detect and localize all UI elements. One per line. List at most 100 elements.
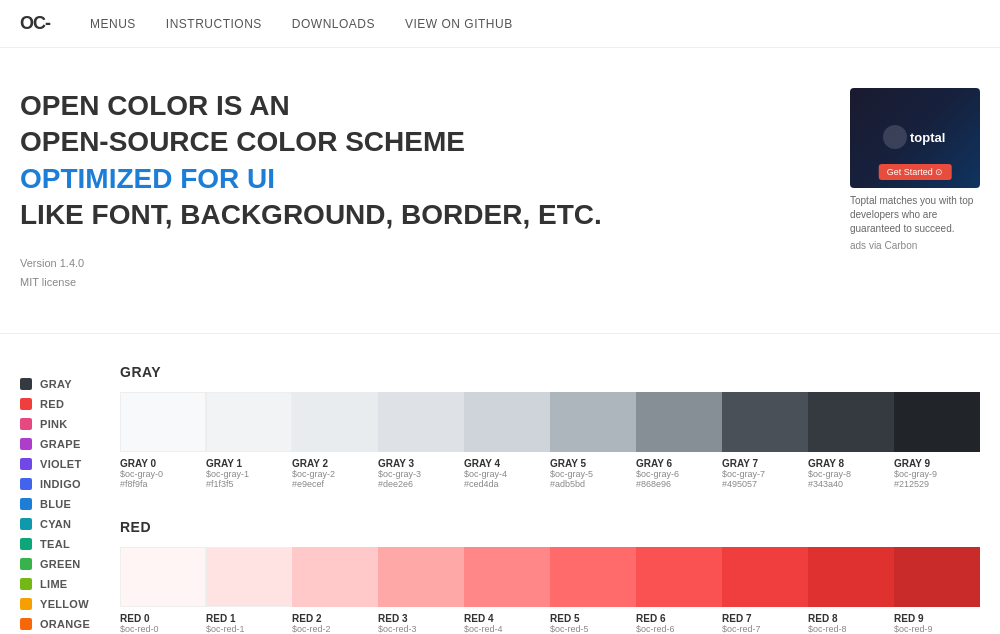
sidebar-item-teal[interactable]: TEAL	[20, 534, 80, 554]
swatch-name: GRAY 5	[550, 458, 636, 469]
swatch-item: GRAY 5$oc-gray-5#adb5bd	[550, 392, 636, 489]
swatch-info: GRAY 6$oc-gray-6#868e96	[636, 452, 722, 489]
swatch-info: GRAY 0$oc-gray-0#f8f9fa	[120, 452, 206, 489]
swatch-box[interactable]	[206, 547, 292, 607]
sidebar-color-dot	[20, 378, 32, 390]
swatch-box[interactable]	[636, 547, 722, 607]
sidebar-item-indigo[interactable]: INDIGO	[20, 474, 80, 494]
swatch-var: $oc-red-8	[808, 624, 894, 634]
swatch-name: GRAY 2	[292, 458, 378, 469]
swatch-box[interactable]	[894, 547, 980, 607]
sidebar-color-dot	[20, 458, 32, 470]
version-info: Version 1.4.0 MIT license	[20, 254, 602, 294]
swatch-info: RED 2$oc-red-2#ffc9c9	[292, 607, 378, 634]
swatch-info: RED 9$oc-red-9#c92a2a	[894, 607, 980, 634]
swatch-box[interactable]	[808, 547, 894, 607]
swatch-box[interactable]	[120, 547, 206, 607]
swatch-name: RED 3	[378, 613, 464, 624]
swatch-box[interactable]	[550, 392, 636, 452]
sidebar-color-dot	[20, 538, 32, 550]
swatch-hex: #343a40	[808, 479, 894, 489]
swatch-var: $oc-red-0	[120, 624, 206, 634]
swatch-var: $oc-red-2	[292, 624, 378, 634]
swatch-item: GRAY 6$oc-gray-6#868e96	[636, 392, 722, 489]
content: GRAYGRAY 0$oc-gray-0#f8f9faGRAY 1$oc-gra…	[100, 354, 1000, 634]
swatch-hex: #adb5bd	[550, 479, 636, 489]
sidebar-item-grape[interactable]: GRAPE	[20, 434, 80, 454]
sidebar-item-orange[interactable]: ORANGE	[20, 614, 80, 634]
swatch-info: GRAY 3$oc-gray-3#dee2e6	[378, 452, 464, 489]
swatch-item: RED 4$oc-red-4#ff8787	[464, 547, 550, 634]
sidebar-item-pink[interactable]: PINK	[20, 414, 80, 434]
nav-menus[interactable]: MENUS	[90, 17, 136, 31]
sidebar-item-lime[interactable]: LIME	[20, 574, 80, 594]
nav-github[interactable]: VIEW ON GITHUB	[405, 17, 513, 31]
swatch-box[interactable]	[206, 392, 292, 452]
sidebar-item-yellow[interactable]: YELLOW	[20, 594, 80, 614]
ad-cta[interactable]: Get Started ⊙	[879, 164, 952, 180]
sidebar-item-label: INDIGO	[40, 478, 81, 490]
swatch-hex: #212529	[894, 479, 980, 489]
swatch-box[interactable]	[636, 392, 722, 452]
swatch-box[interactable]	[378, 547, 464, 607]
swatch-box[interactable]	[808, 392, 894, 452]
section-title-gray: GRAY	[120, 364, 980, 380]
swatch-name: GRAY 8	[808, 458, 894, 469]
swatch-item: RED 2$oc-red-2#ffc9c9	[292, 547, 378, 634]
sidebar-item-label: CYAN	[40, 518, 71, 530]
swatch-var: $oc-red-5	[550, 624, 636, 634]
sidebar-item-red[interactable]: RED	[20, 394, 80, 414]
main: GRAYREDPINKGRAPEVIOLETINDIGOBLUECYANTEAL…	[0, 354, 1000, 634]
ad-image[interactable]: toptal Get Started ⊙	[850, 88, 980, 188]
swatch-info: RED 3$oc-red-3#ffa8a8	[378, 607, 464, 634]
swatch-box[interactable]	[722, 392, 808, 452]
sidebar-item-cyan[interactable]: CYAN	[20, 514, 80, 534]
section-title-red: RED	[120, 519, 980, 535]
swatch-name: GRAY 9	[894, 458, 980, 469]
sidebar-color-dot	[20, 418, 32, 430]
swatch-item: RED 3$oc-red-3#ffa8a8	[378, 547, 464, 634]
swatch-box[interactable]	[464, 547, 550, 607]
sidebar-item-blue[interactable]: BLUE	[20, 494, 80, 514]
version-text: Version 1.4.0	[20, 254, 602, 274]
swatch-box[interactable]	[894, 392, 980, 452]
sidebar-item-label: TEAL	[40, 538, 70, 550]
sidebar: GRAYREDPINKGRAPEVIOLET INDIGO BLUE CYAN TEAL…	[0, 354, 100, 634]
hero-text: OPEN COLOR IS AN OPEN-SOURCE COLOR SCHEM…	[20, 88, 602, 293]
swatch-box[interactable]	[464, 392, 550, 452]
swatch-var: $oc-gray-6	[636, 469, 722, 479]
sidebar-item-label: YELLOW	[40, 598, 89, 610]
sidebar-item-green[interactable]: GREEN	[20, 554, 80, 574]
ad-via: ads via Carbon	[850, 240, 980, 251]
nav-instructions[interactable]: INSTRUCTIONS	[166, 17, 262, 31]
svg-point-0	[883, 125, 907, 149]
swatch-name: RED 8	[808, 613, 894, 624]
swatch-hex: #495057	[722, 479, 808, 489]
swatch-box[interactable]	[120, 392, 206, 452]
swatch-var: $oc-gray-4	[464, 469, 550, 479]
swatch-var: $oc-gray-3	[378, 469, 464, 479]
color-section-red: REDRED 0$oc-red-0#fff5f5RED 1$oc-red-1#f…	[120, 519, 980, 634]
swatch-var: $oc-gray-8	[808, 469, 894, 479]
swatch-name: RED 2	[292, 613, 378, 624]
nav-downloads[interactable]: DOWNLOADS	[292, 17, 375, 31]
swatch-name: GRAY 6	[636, 458, 722, 469]
swatch-box[interactable]	[722, 547, 808, 607]
swatch-hex: #dee2e6	[378, 479, 464, 489]
swatch-box[interactable]	[292, 392, 378, 452]
sidebar-item-gray[interactable]: GRAY	[20, 374, 80, 394]
swatch-item: GRAY 0$oc-gray-0#f8f9fa	[120, 392, 206, 489]
swatch-var: $oc-red-3	[378, 624, 464, 634]
swatch-var: $oc-gray-7	[722, 469, 808, 479]
sidebar-item-violet[interactable]: VIOLET	[20, 454, 80, 474]
swatch-name: GRAY 7	[722, 458, 808, 469]
swatch-name: RED 1	[206, 613, 292, 624]
swatch-box[interactable]	[292, 547, 378, 607]
swatch-box[interactable]	[550, 547, 636, 607]
swatch-info: GRAY 9$oc-gray-9#212529	[894, 452, 980, 489]
swatch-item: GRAY 3$oc-gray-3#dee2e6	[378, 392, 464, 489]
logo[interactable]: OC-	[20, 13, 50, 34]
swatch-box[interactable]	[378, 392, 464, 452]
swatch-info: RED 1$oc-red-1#ffe3e3	[206, 607, 292, 634]
sidebar-item-label: BLUE	[40, 498, 71, 510]
